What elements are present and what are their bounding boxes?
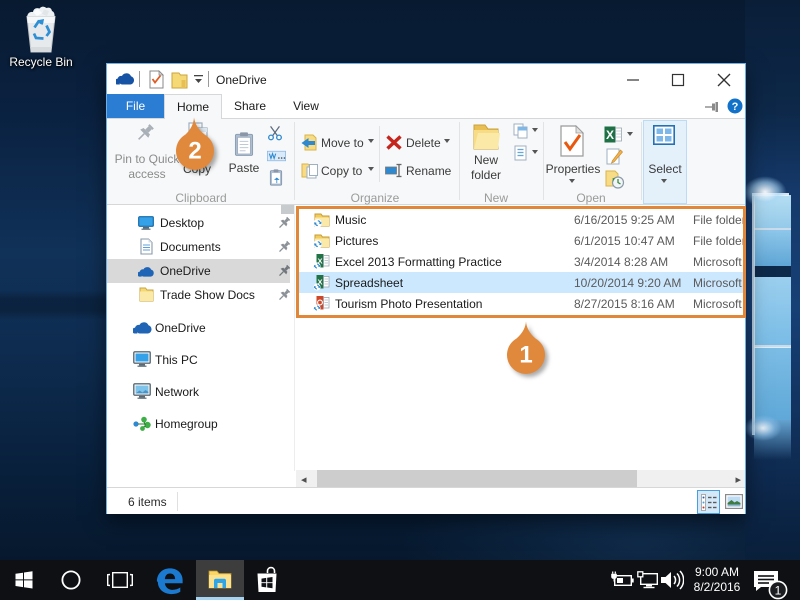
svg-text:2: 2 xyxy=(188,138,201,165)
svg-text:1: 1 xyxy=(519,342,532,369)
svg-text:X: X xyxy=(606,128,614,142)
svg-text:1: 1 xyxy=(775,584,782,598)
svg-text:?: ? xyxy=(732,101,739,113)
